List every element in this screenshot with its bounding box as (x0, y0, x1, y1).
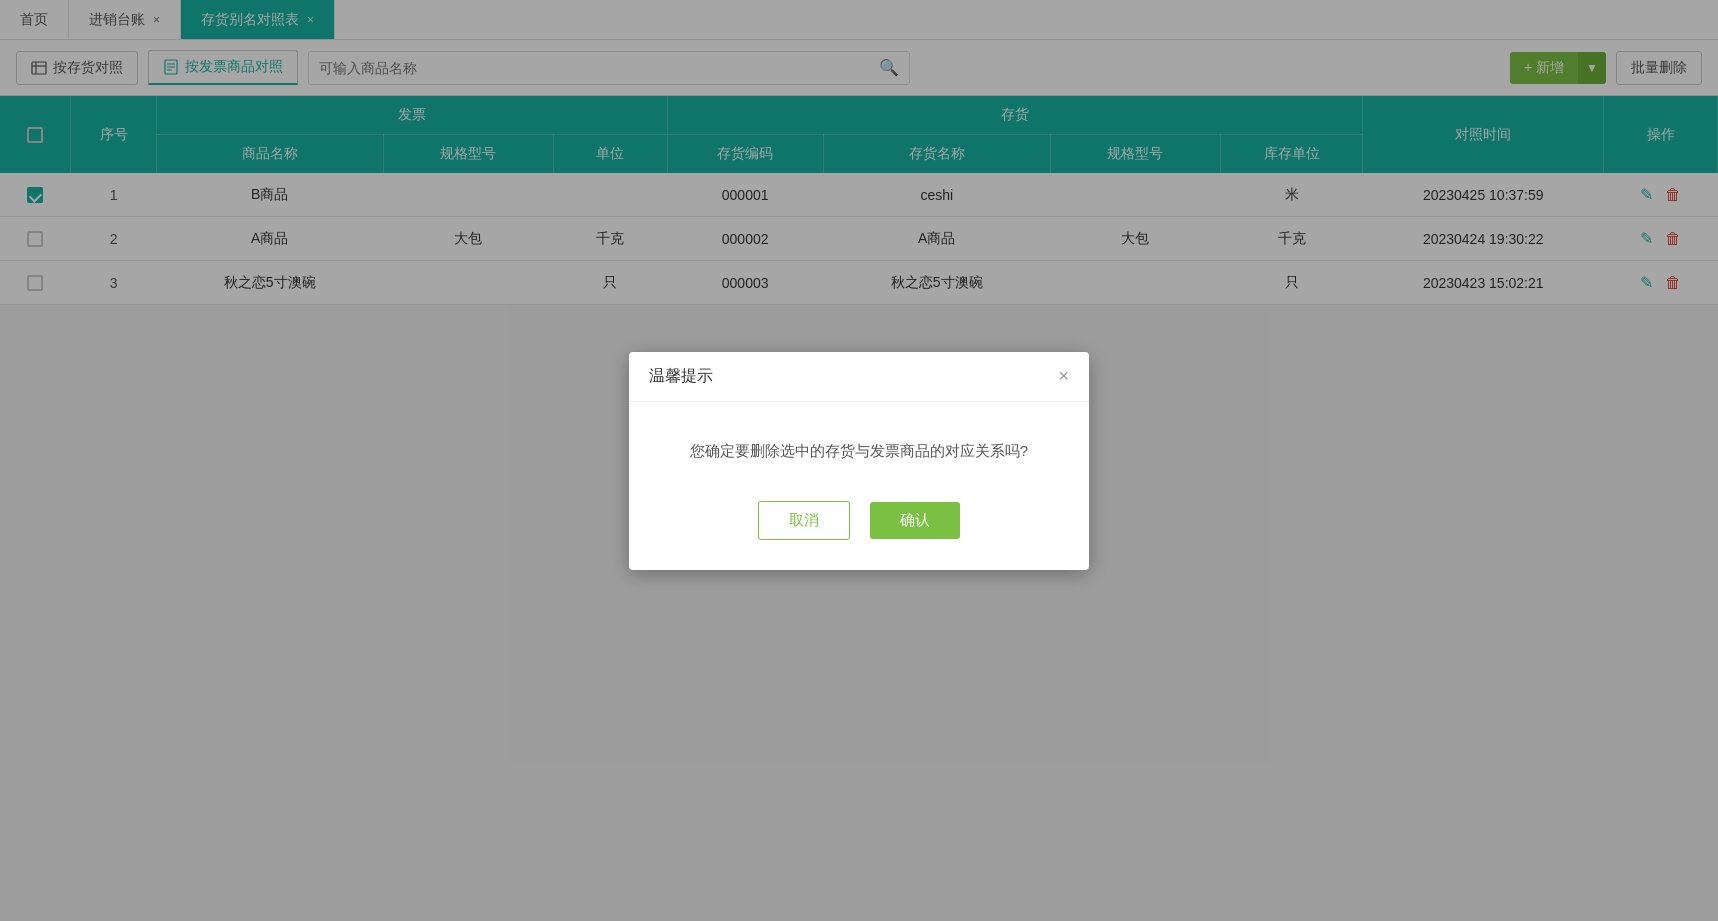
modal-overlay: 温馨提示 × 您确定要删除选中的存货与发票商品的对应关系吗? 取消 确认 (0, 0, 1718, 305)
